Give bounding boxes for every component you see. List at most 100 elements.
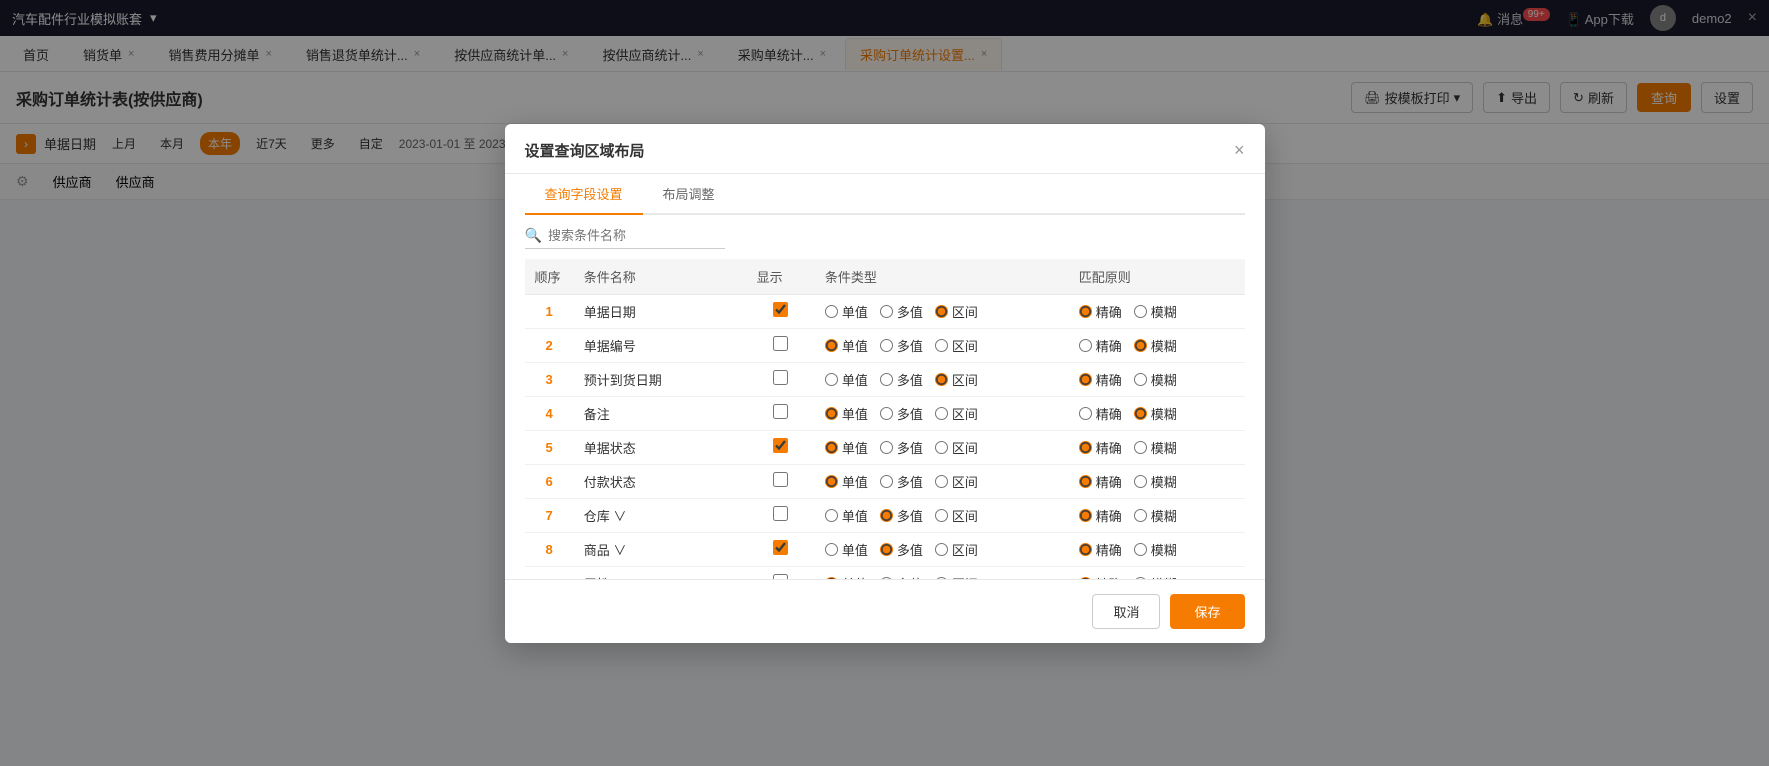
- type-radio[interactable]: [825, 305, 838, 318]
- row-display[interactable]: [747, 532, 815, 566]
- row-match[interactable]: 精确模糊: [1069, 498, 1245, 532]
- type-radio[interactable]: [880, 543, 893, 556]
- match-radio[interactable]: [1134, 543, 1147, 556]
- type-radio-item[interactable]: 单值: [825, 336, 868, 355]
- row-type[interactable]: 单值多值区间: [815, 566, 1069, 579]
- match-radio[interactable]: [1134, 407, 1147, 420]
- row-display[interactable]: [747, 430, 815, 464]
- type-radio-item[interactable]: 区间: [935, 540, 978, 559]
- type-radio[interactable]: [935, 339, 948, 352]
- match-radio[interactable]: [1079, 543, 1092, 556]
- match-radio-item[interactable]: 模糊: [1134, 438, 1177, 457]
- type-radio-item[interactable]: 区间: [935, 506, 978, 525]
- row-match[interactable]: 精确模糊: [1069, 566, 1245, 579]
- type-radio[interactable]: [935, 305, 948, 318]
- type-radio[interactable]: [880, 407, 893, 420]
- row-display[interactable]: [747, 566, 815, 579]
- type-radio-item[interactable]: 单值: [825, 438, 868, 457]
- row-match[interactable]: 精确模糊: [1069, 532, 1245, 566]
- match-radio-item[interactable]: 精确: [1079, 438, 1122, 457]
- match-radio-item[interactable]: 模糊: [1134, 540, 1177, 559]
- row-type[interactable]: 单值多值区间: [815, 396, 1069, 430]
- type-radio[interactable]: [935, 543, 948, 556]
- cancel-button[interactable]: 取消: [1092, 594, 1160, 629]
- match-radio[interactable]: [1079, 407, 1092, 420]
- type-radio-item[interactable]: 区间: [935, 370, 978, 389]
- type-radio-item[interactable]: 多值: [880, 336, 923, 355]
- type-radio-item[interactable]: 多值: [880, 370, 923, 389]
- match-radio[interactable]: [1134, 441, 1147, 454]
- type-radio[interactable]: [880, 509, 893, 522]
- row-match[interactable]: 精确模糊: [1069, 396, 1245, 430]
- match-radio[interactable]: [1134, 509, 1147, 522]
- type-radio[interactable]: [880, 475, 893, 488]
- display-checkbox[interactable]: [773, 336, 788, 351]
- row-match[interactable]: 精确模糊: [1069, 430, 1245, 464]
- type-radio-item[interactable]: 多值: [880, 506, 923, 525]
- type-radio[interactable]: [880, 441, 893, 454]
- type-radio[interactable]: [935, 441, 948, 454]
- match-radio-item[interactable]: 精确: [1079, 540, 1122, 559]
- dialog-close-button[interactable]: ×: [1234, 141, 1245, 159]
- display-checkbox[interactable]: [773, 540, 788, 555]
- match-radio[interactable]: [1134, 373, 1147, 386]
- type-radio-item[interactable]: 单值: [825, 540, 868, 559]
- row-type[interactable]: 单值多值区间: [815, 362, 1069, 396]
- type-radio-item[interactable]: 单值: [825, 370, 868, 389]
- match-radio-item[interactable]: 精确: [1079, 472, 1122, 491]
- match-radio-item[interactable]: 精确: [1079, 336, 1122, 355]
- dialog-tab-layout[interactable]: 布局调整: [643, 174, 735, 215]
- match-radio[interactable]: [1079, 305, 1092, 318]
- type-radio-item[interactable]: 多值: [880, 438, 923, 457]
- type-radio[interactable]: [880, 339, 893, 352]
- row-display[interactable]: [747, 328, 815, 362]
- type-radio-item[interactable]: 区间: [935, 438, 978, 457]
- type-radio-item[interactable]: 区间: [935, 302, 978, 321]
- match-radio[interactable]: [1134, 475, 1147, 488]
- save-button[interactable]: 保存: [1170, 594, 1244, 629]
- type-radio[interactable]: [935, 475, 948, 488]
- match-radio[interactable]: [1079, 509, 1092, 522]
- type-radio[interactable]: [825, 543, 838, 556]
- type-radio[interactable]: [825, 475, 838, 488]
- row-display[interactable]: [747, 498, 815, 532]
- type-radio-item[interactable]: 区间: [935, 336, 978, 355]
- display-checkbox[interactable]: [773, 370, 788, 385]
- match-radio[interactable]: [1079, 339, 1092, 352]
- row-type[interactable]: 单值多值区间: [815, 498, 1069, 532]
- type-radio[interactable]: [825, 373, 838, 386]
- dialog-tab-fields[interactable]: 查询字段设置: [525, 174, 643, 215]
- type-radio[interactable]: [935, 373, 948, 386]
- row-type[interactable]: 单值多值区间: [815, 294, 1069, 328]
- type-radio[interactable]: [825, 407, 838, 420]
- type-radio-item[interactable]: 单值: [825, 404, 868, 423]
- match-radio[interactable]: [1134, 339, 1147, 352]
- type-radio-item[interactable]: 单值: [825, 472, 868, 491]
- search-input[interactable]: [548, 228, 708, 243]
- type-radio-item[interactable]: 区间: [935, 404, 978, 423]
- match-radio[interactable]: [1079, 441, 1092, 454]
- row-type[interactable]: 单值多值区间: [815, 328, 1069, 362]
- row-display[interactable]: [747, 464, 815, 498]
- row-type[interactable]: 单值多值区间: [815, 430, 1069, 464]
- type-radio[interactable]: [880, 305, 893, 318]
- match-radio[interactable]: [1079, 373, 1092, 386]
- match-radio[interactable]: [1079, 475, 1092, 488]
- row-display[interactable]: [747, 396, 815, 430]
- row-display[interactable]: [747, 294, 815, 328]
- table-scroll-container[interactable]: 顺序 条件名称 显示 条件类型 匹配原则 1单据日期单值多值区间精确模糊2单据编…: [525, 259, 1245, 579]
- type-radio[interactable]: [825, 339, 838, 352]
- match-radio-item[interactable]: 模糊: [1134, 370, 1177, 389]
- row-display[interactable]: [747, 362, 815, 396]
- row-type[interactable]: 单值多值区间: [815, 532, 1069, 566]
- type-radio[interactable]: [880, 373, 893, 386]
- type-radio-item[interactable]: 多值: [880, 540, 923, 559]
- match-radio-item[interactable]: 模糊: [1134, 404, 1177, 423]
- type-radio-item[interactable]: 多值: [880, 302, 923, 321]
- type-radio-item[interactable]: 多值: [880, 472, 923, 491]
- row-type[interactable]: 单值多值区间: [815, 464, 1069, 498]
- display-checkbox[interactable]: [773, 404, 788, 419]
- type-radio-item[interactable]: 单值: [825, 302, 868, 321]
- display-checkbox[interactable]: [773, 506, 788, 521]
- type-radio-item[interactable]: 单值: [825, 506, 868, 525]
